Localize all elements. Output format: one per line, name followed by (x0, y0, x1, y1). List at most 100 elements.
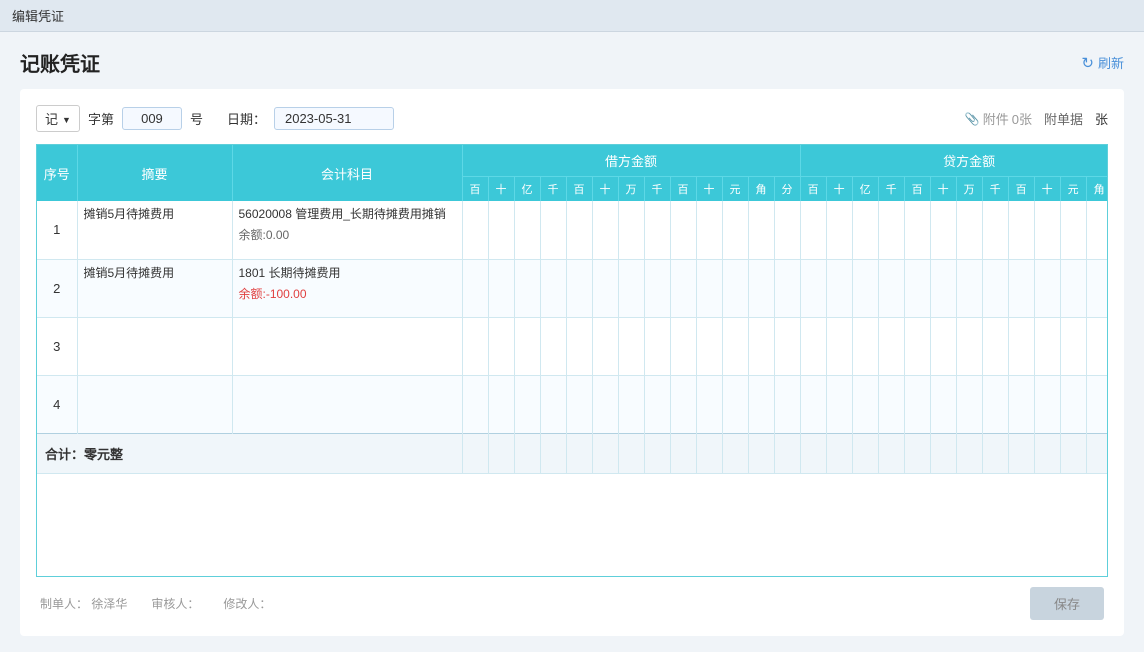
row4-c7[interactable] (956, 375, 982, 433)
row4-c2[interactable] (826, 375, 852, 433)
row2-summary[interactable]: 摊销5月待摊费用 (77, 259, 232, 317)
row2-c3[interactable] (852, 259, 878, 317)
row1-d1[interactable] (462, 201, 488, 259)
row3-c8[interactable] (982, 317, 1008, 375)
row4-d5[interactable] (566, 375, 592, 433)
row2-c2[interactable] (826, 259, 852, 317)
row2-c4[interactable] (878, 259, 904, 317)
row2-d13[interactable] (774, 259, 800, 317)
row2-d9[interactable] (670, 259, 696, 317)
row4-account[interactable] (232, 375, 462, 433)
row2-c7[interactable] (956, 259, 982, 317)
row4-d2[interactable] (488, 375, 514, 433)
row4-c9[interactable] (1008, 375, 1034, 433)
row4-d1[interactable] (462, 375, 488, 433)
row1-d13[interactable] (774, 201, 800, 259)
row4-d4[interactable] (540, 375, 566, 433)
row4-d9[interactable] (670, 375, 696, 433)
row3-c11[interactable] (1060, 317, 1086, 375)
row2-c12[interactable] (1086, 259, 1108, 317)
row2-c11[interactable] (1060, 259, 1086, 317)
row2-d7[interactable] (618, 259, 644, 317)
row1-c12[interactable] (1086, 201, 1108, 259)
row4-d10[interactable] (696, 375, 722, 433)
row4-d7[interactable] (618, 375, 644, 433)
row3-c9[interactable] (1008, 317, 1034, 375)
row3-summary[interactable] (77, 317, 232, 375)
row3-d13[interactable] (774, 317, 800, 375)
row2-c5[interactable] (904, 259, 930, 317)
row3-d4[interactable] (540, 317, 566, 375)
refresh-button[interactable]: 刷新 (1081, 53, 1124, 72)
row2-c8[interactable] (982, 259, 1008, 317)
row3-c3[interactable] (852, 317, 878, 375)
row1-c11[interactable] (1060, 201, 1086, 259)
attach-link[interactable]: 附件 0张 (965, 109, 1032, 128)
row3-c2[interactable] (826, 317, 852, 375)
row1-d3[interactable] (514, 201, 540, 259)
row4-c12[interactable] (1086, 375, 1108, 433)
row3-d3[interactable] (514, 317, 540, 375)
row1-account[interactable]: 56020008 管理费用_长期待摊费用摊销 余额:0.00 (232, 201, 462, 259)
row4-d12[interactable] (748, 375, 774, 433)
row1-d5[interactable] (566, 201, 592, 259)
row3-d1[interactable] (462, 317, 488, 375)
row4-c4[interactable] (878, 375, 904, 433)
row1-c4[interactable] (878, 201, 904, 259)
row1-d12[interactable] (748, 201, 774, 259)
row1-summary[interactable]: 摊销5月待摊费用 (77, 201, 232, 259)
row2-c10[interactable] (1034, 259, 1060, 317)
row3-account[interactable] (232, 317, 462, 375)
row1-d2[interactable] (488, 201, 514, 259)
row1-c7[interactable] (956, 201, 982, 259)
row2-d11[interactable] (722, 259, 748, 317)
row3-c6[interactable] (930, 317, 956, 375)
row3-c5[interactable] (904, 317, 930, 375)
row3-d5[interactable] (566, 317, 592, 375)
row3-c1[interactable] (800, 317, 826, 375)
row2-d4[interactable] (540, 259, 566, 317)
row3-c4[interactable] (878, 317, 904, 375)
save-button[interactable]: 保存 (1030, 587, 1104, 620)
row3-c10[interactable] (1034, 317, 1060, 375)
row3-d11[interactable] (722, 317, 748, 375)
row1-d6[interactable] (592, 201, 618, 259)
row2-d10[interactable] (696, 259, 722, 317)
row4-c8[interactable] (982, 375, 1008, 433)
row1-c6[interactable] (930, 201, 956, 259)
row4-c6[interactable] (930, 375, 956, 433)
row1-d8[interactable] (644, 201, 670, 259)
row2-d12[interactable] (748, 259, 774, 317)
row3-d8[interactable] (644, 317, 670, 375)
row3-d9[interactable] (670, 317, 696, 375)
row1-c1[interactable] (800, 201, 826, 259)
row1-d9[interactable] (670, 201, 696, 259)
row1-c5[interactable] (904, 201, 930, 259)
row4-c10[interactable] (1034, 375, 1060, 433)
row3-d6[interactable] (592, 317, 618, 375)
row4-d11[interactable] (722, 375, 748, 433)
row3-d7[interactable] (618, 317, 644, 375)
row1-d4[interactable] (540, 201, 566, 259)
row1-d10[interactable] (696, 201, 722, 259)
row3-d10[interactable] (696, 317, 722, 375)
row4-c11[interactable] (1060, 375, 1086, 433)
row2-d2[interactable] (488, 259, 514, 317)
row3-d2[interactable] (488, 317, 514, 375)
row3-c12[interactable] (1086, 317, 1108, 375)
row2-d1[interactable] (462, 259, 488, 317)
row4-d8[interactable] (644, 375, 670, 433)
row1-c10[interactable] (1034, 201, 1060, 259)
row1-c3[interactable] (852, 201, 878, 259)
row1-c9[interactable] (1008, 201, 1034, 259)
row4-c1[interactable] (800, 375, 826, 433)
row2-d8[interactable] (644, 259, 670, 317)
row4-d13[interactable] (774, 375, 800, 433)
voucher-type-selector[interactable]: 记 (36, 105, 80, 132)
voucher-number-input[interactable] (122, 107, 182, 130)
row4-d3[interactable] (514, 375, 540, 433)
row2-d3[interactable] (514, 259, 540, 317)
row2-d5[interactable] (566, 259, 592, 317)
row4-c5[interactable] (904, 375, 930, 433)
row1-d11[interactable] (722, 201, 748, 259)
